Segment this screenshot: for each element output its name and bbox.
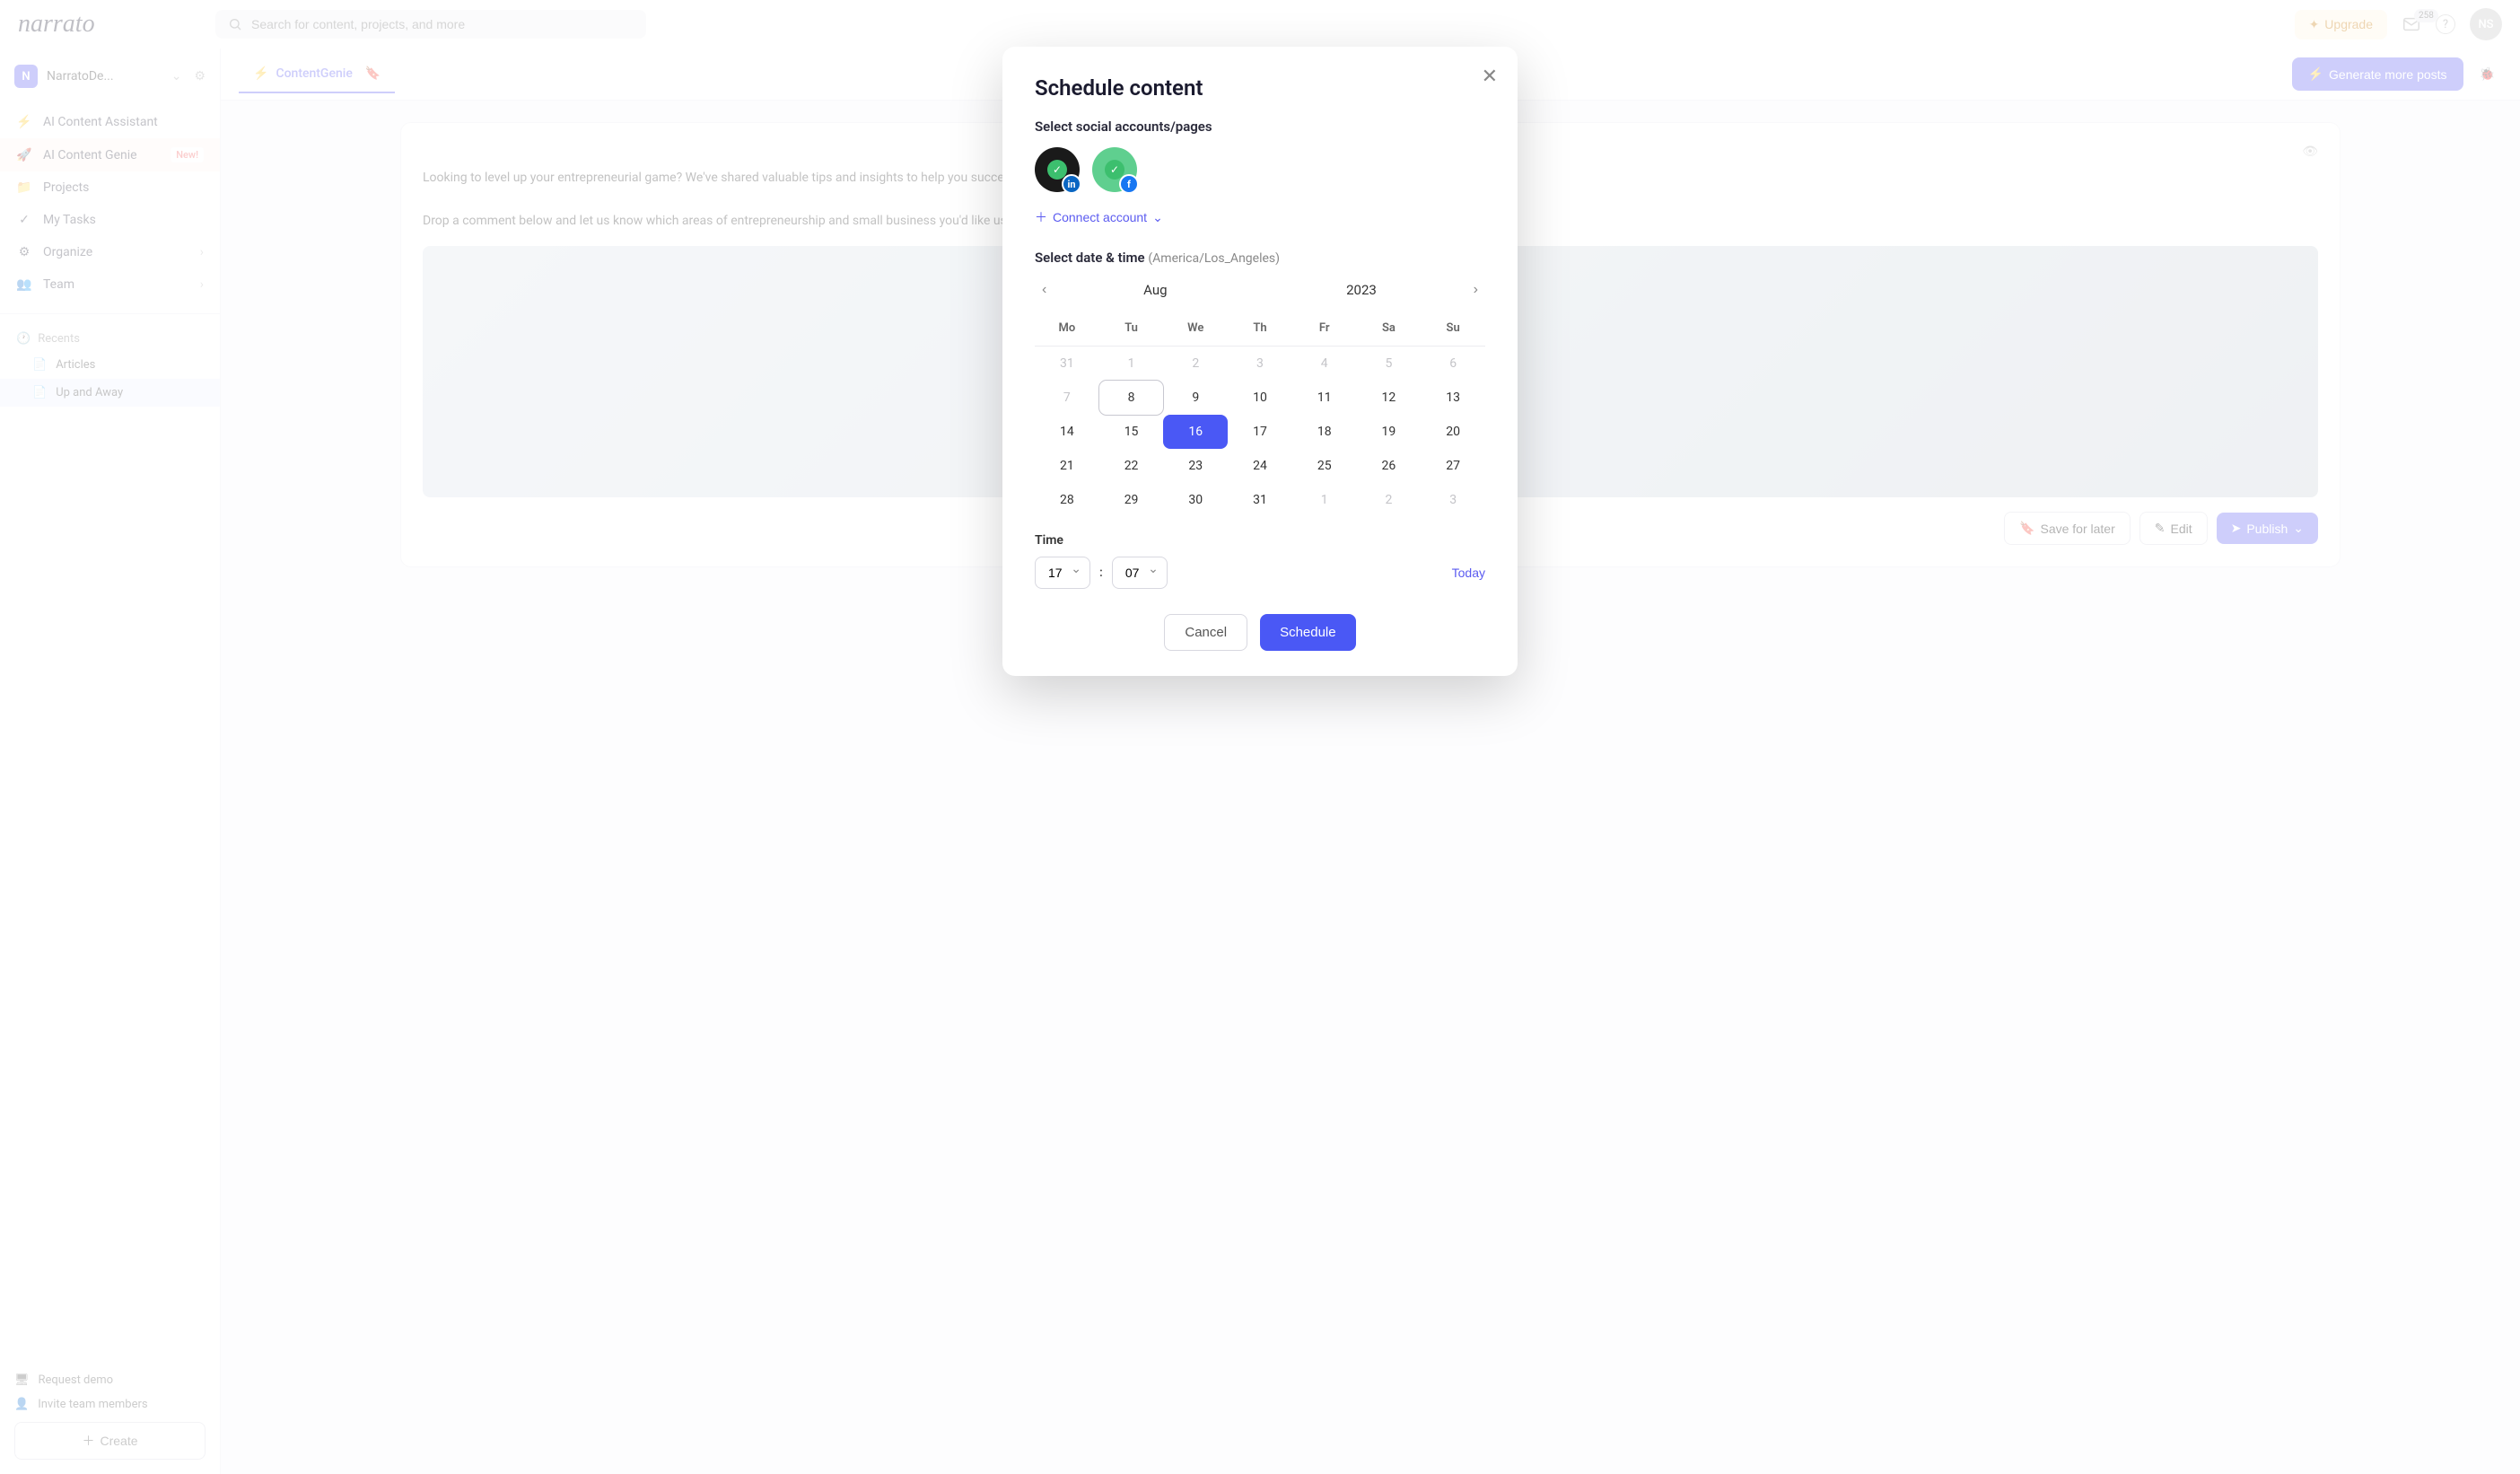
today-button[interactable]: Today [1452, 566, 1485, 580]
timezone-text: (America/Los_Angeles) [1148, 251, 1280, 266]
calendar-day[interactable]: 22 [1099, 449, 1164, 483]
calendar-dow: Tu [1099, 314, 1164, 347]
chevron-right-icon: › [1474, 282, 1478, 297]
calendar-day: 31 [1035, 347, 1099, 381]
calendar-day: 6 [1421, 347, 1485, 381]
chevron-left-icon: ‹ [1042, 282, 1046, 297]
calendar-day[interactable]: 16 [1163, 415, 1228, 449]
select-accounts-label: Select social accounts/pages [1035, 118, 1485, 135]
calendar-day[interactable]: 28 [1035, 483, 1099, 517]
calendar-day: 2 [1357, 483, 1422, 517]
calendar-day[interactable]: 29 [1099, 483, 1164, 517]
datetime-text: Select date & time [1035, 250, 1145, 266]
calendar-day[interactable]: 21 [1035, 449, 1099, 483]
calendar-dow: Fr [1292, 314, 1357, 347]
calendar-dow: Su [1421, 314, 1485, 347]
month-year-row: Aug 2023 [1054, 282, 1466, 298]
calendar-dow: We [1163, 314, 1228, 347]
calendar-dow: Sa [1357, 314, 1422, 347]
calendar-grid: MoTuWeThFrSaSu31123456789101112131415161… [1035, 314, 1485, 517]
calendar-day[interactable]: 14 [1035, 415, 1099, 449]
hour-select-wrap: 17 [1035, 557, 1090, 589]
calendar-dow: Mo [1035, 314, 1099, 347]
calendar-day[interactable]: 26 [1357, 449, 1422, 483]
calendar-day[interactable]: 19 [1357, 415, 1422, 449]
month-label: Aug [1143, 282, 1167, 298]
calendar-day[interactable]: 17 [1228, 415, 1292, 449]
modal-footer: Cancel Schedule [1035, 614, 1485, 651]
calendar-day: 4 [1292, 347, 1357, 381]
close-button[interactable]: ✕ [1482, 65, 1498, 88]
close-icon: ✕ [1482, 65, 1498, 87]
calendar-day: 1 [1292, 483, 1357, 517]
calendar-day[interactable]: 13 [1421, 381, 1485, 415]
plus-icon: ＋ [1035, 208, 1047, 226]
calendar-day: 2 [1163, 347, 1228, 381]
schedule-button[interactable]: Schedule [1260, 614, 1356, 651]
cancel-button[interactable]: Cancel [1164, 614, 1247, 651]
account-linkedin[interactable]: g··t ✓ in [1035, 147, 1080, 192]
minute-select[interactable]: 07 [1112, 557, 1168, 589]
calendar-day[interactable]: 23 [1163, 449, 1228, 483]
calendar-day[interactable]: 12 [1357, 381, 1422, 415]
hour-select[interactable]: 17 [1035, 557, 1090, 589]
select-datetime-label: Select date & time (America/Los_Angeles) [1035, 250, 1485, 266]
calendar-day[interactable]: 27 [1421, 449, 1485, 483]
calendar-day[interactable]: 10 [1228, 381, 1292, 415]
calendar-header: ‹ Aug 2023 › [1035, 278, 1485, 302]
calendar-day[interactable]: 31 [1228, 483, 1292, 517]
calendar-day[interactable]: 15 [1099, 415, 1164, 449]
facebook-icon: f [1119, 174, 1139, 194]
calendar-day: 3 [1228, 347, 1292, 381]
account-facebook[interactable]: ✓ f [1092, 147, 1137, 192]
connect-label: Connect account [1053, 210, 1147, 224]
schedule-modal: ✕ Schedule content Select social account… [1002, 47, 1518, 676]
year-label: 2023 [1346, 282, 1377, 298]
calendar-day[interactable]: 9 [1163, 381, 1228, 415]
calendar-day: 5 [1357, 347, 1422, 381]
chevron-down-icon: ⌄ [1152, 210, 1163, 225]
time-row: 17 : 07 Today [1035, 557, 1485, 589]
time-label: Time [1035, 533, 1485, 548]
linkedin-icon: in [1062, 174, 1081, 194]
calendar-day[interactable]: 24 [1228, 449, 1292, 483]
time-colon: : [1099, 566, 1103, 580]
minute-select-wrap: 07 [1112, 557, 1168, 589]
prev-month-button[interactable]: ‹ [1035, 278, 1054, 302]
calendar-day[interactable]: 20 [1421, 415, 1485, 449]
next-month-button[interactable]: › [1466, 278, 1485, 302]
calendar-day: 7 [1035, 381, 1099, 415]
calendar-day[interactable]: 30 [1163, 483, 1228, 517]
accounts-row: g··t ✓ in ✓ f [1035, 147, 1485, 192]
calendar-day[interactable]: 8 [1099, 381, 1164, 415]
calendar-day[interactable]: 25 [1292, 449, 1357, 483]
calendar-day: 1 [1099, 347, 1164, 381]
modal-title: Schedule content [1035, 75, 1485, 101]
connect-account-button[interactable]: ＋ Connect account ⌄ [1035, 208, 1163, 226]
calendar-day[interactable]: 18 [1292, 415, 1357, 449]
calendar-day[interactable]: 11 [1292, 381, 1357, 415]
calendar-day: 3 [1421, 483, 1485, 517]
calendar-dow: Th [1228, 314, 1292, 347]
